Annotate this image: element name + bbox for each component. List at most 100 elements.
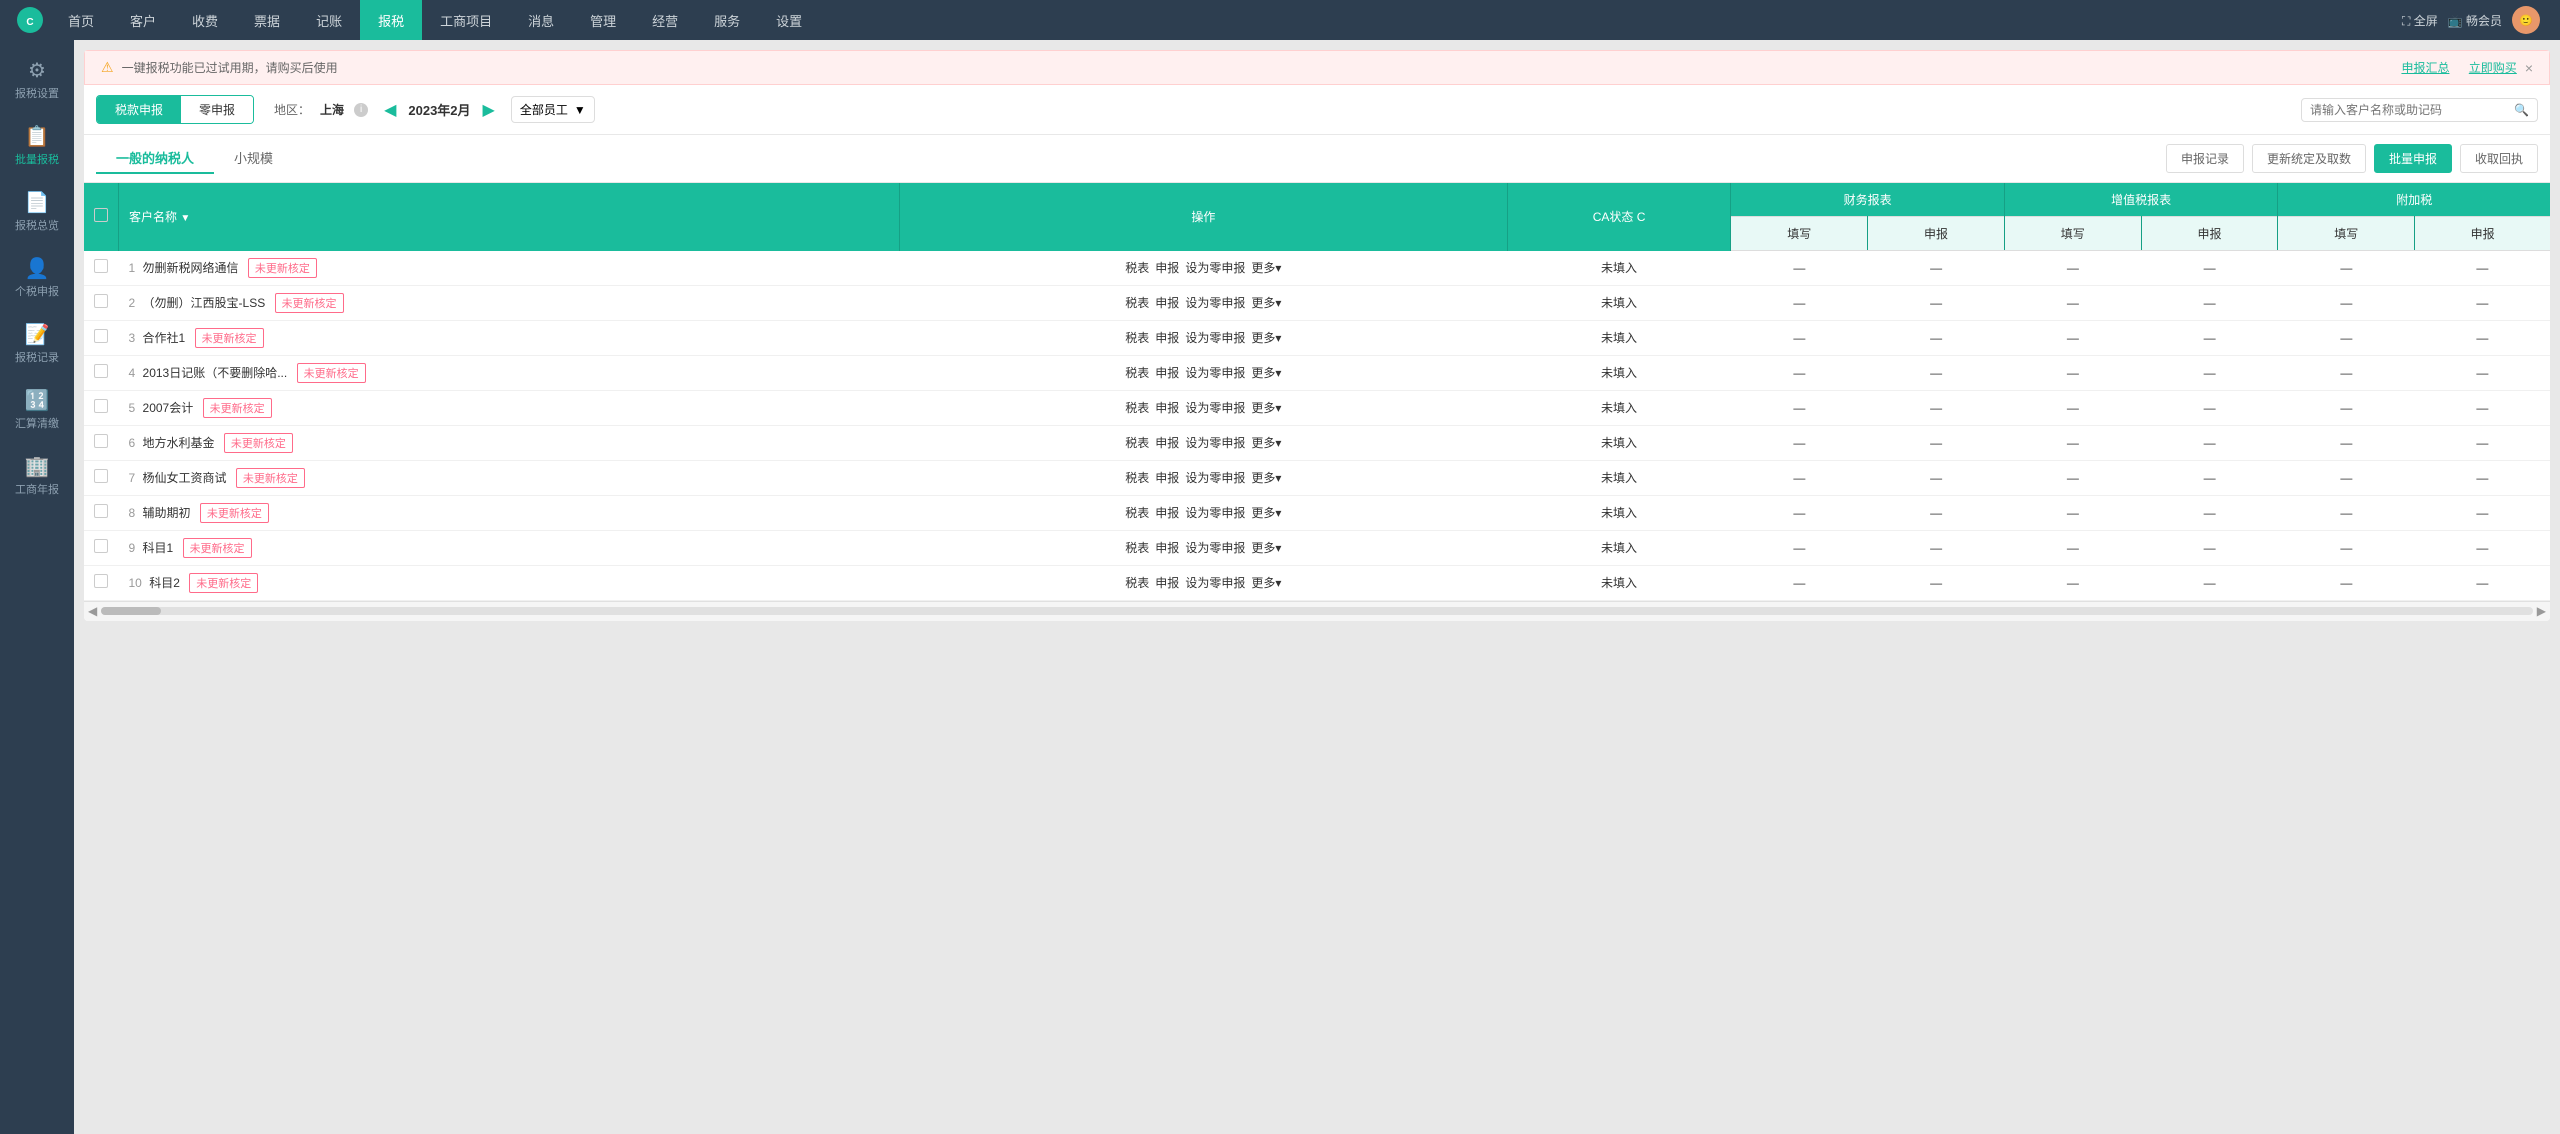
row-checkbox[interactable] [94,469,108,483]
row-checkbox[interactable] [94,504,108,518]
nav-accounting[interactable]: 记账 [298,0,360,40]
select-all-checkbox[interactable] [94,208,108,222]
sidebar-item-personal-tax[interactable]: 👤 个税申报 [3,246,71,308]
info-icon[interactable]: i [354,103,368,117]
op-link-1[interactable]: 申报 [1155,541,1179,555]
nav-billing[interactable]: 收费 [174,0,236,40]
upgrade-btn[interactable]: 📺 畅会员 [2448,12,2502,29]
op-link-0[interactable]: 税表 [1125,471,1149,485]
sidebar-item-tax-settings[interactable]: ⚙ 报税设置 [3,48,71,110]
op-link-1[interactable]: 申报 [1155,331,1179,345]
op-link-2[interactable]: 设为零申报 [1185,436,1245,450]
row-checkbox[interactable] [94,434,108,448]
row-checkbox[interactable] [94,574,108,588]
sidebar-item-tax-overview[interactable]: 📄 报税总览 [3,180,71,242]
op-link-3[interactable]: 更多▾ [1251,436,1281,450]
row-checkbox[interactable] [94,259,108,273]
declaration-records-btn[interactable]: 申报记录 [2166,144,2244,173]
op-link-2[interactable]: 设为零申报 [1185,541,1245,555]
tab-tax-declaration[interactable]: 税款申报 [97,96,181,123]
nav-message[interactable]: 消息 [510,0,572,40]
horizontal-scrollbar[interactable]: ◀ ▶ [84,601,2550,621]
op-link-0[interactable]: 税表 [1125,296,1149,310]
op-link-3[interactable]: 更多▾ [1251,506,1281,520]
op-link-2[interactable]: 设为零申报 [1185,576,1245,590]
op-link-0[interactable]: 税表 [1125,576,1149,590]
op-link-0[interactable]: 税表 [1125,506,1149,520]
op-link-2[interactable]: 设为零申报 [1185,506,1245,520]
nav-home[interactable]: 首页 [50,0,112,40]
op-link-1[interactable]: 申报 [1155,471,1179,485]
op-link-3[interactable]: 更多▾ [1251,576,1281,590]
op-link-3[interactable]: 更多▾ [1251,401,1281,415]
op-link-1[interactable]: 申报 [1155,296,1179,310]
nav-client[interactable]: 客户 [112,0,174,40]
operations-cell: 税表申报设为零申报更多▾ [900,390,1508,425]
nav-settings[interactable]: 设置 [758,0,820,40]
update-quota-btn[interactable]: 更新统定及取数 [2252,144,2366,173]
op-link-0[interactable]: 税表 [1125,366,1149,380]
op-link-1[interactable]: 申报 [1155,366,1179,380]
tab-small-scale[interactable]: 小规模 [214,143,293,174]
sidebar-item-business-annual[interactable]: 🏢 工商年报 [3,444,71,506]
search-icon[interactable]: 🔍 [2514,103,2529,117]
nav-operation[interactable]: 经营 [634,0,696,40]
next-month-btn[interactable]: ▶ [477,98,501,122]
nav-business[interactable]: 工商项目 [422,0,510,40]
op-link-0[interactable]: 税表 [1125,436,1149,450]
row-checkbox[interactable] [94,329,108,343]
row-checkbox[interactable] [94,294,108,308]
op-link-2[interactable]: 设为零申报 [1185,401,1245,415]
dept-select[interactable]: 全部员工 ▼ [511,96,595,123]
op-link-3[interactable]: 更多▾ [1251,366,1281,380]
op-link-0[interactable]: 税表 [1125,401,1149,415]
op-link-2[interactable]: 设为零申报 [1185,296,1245,310]
row-checkbox[interactable] [94,399,108,413]
scroll-thumb[interactable] [101,607,161,615]
op-link-3[interactable]: 更多▾ [1251,471,1281,485]
tab-general-taxpayer[interactable]: 一般的纳税人 [96,143,214,174]
scroll-track[interactable] [101,607,2533,615]
nav-invoice[interactable]: 票据 [236,0,298,40]
scroll-right-arrow[interactable]: ▶ [2537,604,2546,618]
op-link-0[interactable]: 税表 [1125,541,1149,555]
op-link-3[interactable]: 更多▾ [1251,331,1281,345]
op-link-1[interactable]: 申报 [1155,261,1179,275]
op-link-2[interactable]: 设为零申报 [1185,331,1245,345]
sidebar-item-annual-calc[interactable]: 🔢 汇算清缴 [3,378,71,440]
ca-status-cell: 未填入 [1507,495,1731,530]
op-link-3[interactable]: 更多▾ [1251,261,1281,275]
nav-tax[interactable]: 报税 [360,0,422,40]
search-input[interactable] [2310,103,2510,117]
row-checkbox[interactable] [94,364,108,378]
batch-declare-btn[interactable]: 批量申报 [2374,144,2452,173]
notice-link-summary[interactable]: 申报汇总 [2401,59,2449,76]
status-tag: 未更新核定 [236,468,305,488]
op-link-3[interactable]: 更多▾ [1251,296,1281,310]
op-link-1[interactable]: 申报 [1155,576,1179,590]
op-link-0[interactable]: 税表 [1125,261,1149,275]
avatar[interactable]: 🙂 [2512,6,2540,34]
op-link-0[interactable]: 税表 [1125,331,1149,345]
op-link-1[interactable]: 申报 [1155,436,1179,450]
notice-link-buy[interactable]: 立即购买 [2469,59,2517,76]
row-checkbox[interactable] [94,539,108,553]
prev-month-btn[interactable]: ◀ [378,98,402,122]
op-link-1[interactable]: 申报 [1155,506,1179,520]
nav-manage[interactable]: 管理 [572,0,634,40]
scroll-left-arrow[interactable]: ◀ [88,604,97,618]
nav-service[interactable]: 服务 [696,0,758,40]
op-link-2[interactable]: 设为零申报 [1185,261,1245,275]
op-link-1[interactable]: 申报 [1155,401,1179,415]
fullscreen-btn[interactable]: ⛶ 全屏 [2402,12,2438,29]
op-link-2[interactable]: 设为零申报 [1185,366,1245,380]
collect-receipt-btn[interactable]: 收取回执 [2460,144,2538,173]
client-name-cell: 7 杨仙女工资商试 未更新核定 [119,460,900,495]
notice-close-btn[interactable]: × [2525,60,2533,76]
row-num: 1 [129,261,136,275]
tab-zero-declaration[interactable]: 零申报 [181,96,253,123]
op-link-3[interactable]: 更多▾ [1251,541,1281,555]
sidebar-item-tax-records[interactable]: 📝 报税记录 [3,312,71,374]
op-link-2[interactable]: 设为零申报 [1185,471,1245,485]
sidebar-item-batch-tax[interactable]: 📋 批量报税 [3,114,71,176]
